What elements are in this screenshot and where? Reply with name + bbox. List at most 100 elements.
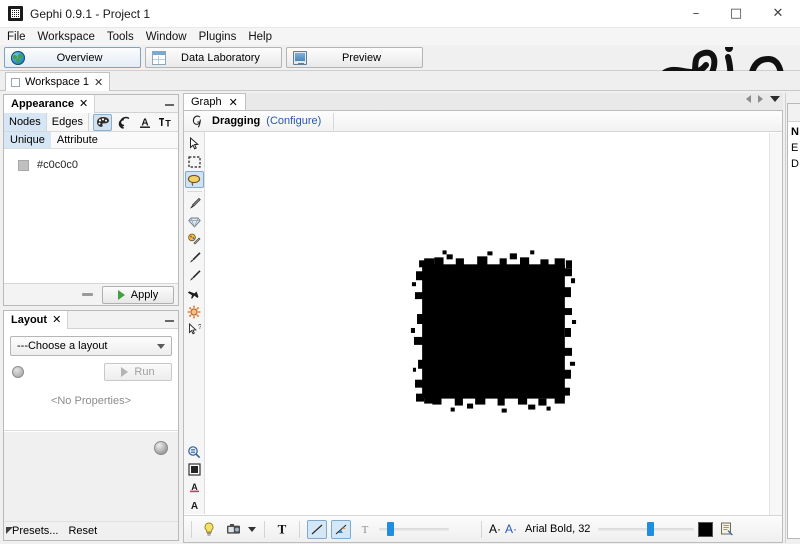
workspace-icon	[11, 78, 20, 87]
workspace-close-icon[interactable]: ✕	[94, 76, 103, 89]
menu-help[interactable]: Help	[242, 31, 278, 43]
bottom-separator-2	[264, 521, 265, 538]
node-labels-bold-t-icon[interactable]: T	[272, 520, 292, 539]
cursor-help-icon[interactable]: ?	[185, 321, 204, 338]
lightbulb-icon[interactable]	[199, 520, 219, 539]
screenshot-icon[interactable]	[223, 520, 243, 539]
zoom-to-fit-icon[interactable]	[185, 443, 204, 460]
layout-select[interactable]: ---Choose a layout	[10, 336, 172, 356]
menu-tools[interactable]: Tools	[101, 31, 140, 43]
edge-color-icon[interactable]	[331, 520, 351, 539]
layout-sphere-icon[interactable]	[154, 441, 168, 455]
table-icon	[152, 51, 166, 65]
graph-bottom-toolbar: T T A·	[184, 515, 782, 542]
configure-link[interactable]: (Configure)	[266, 115, 321, 127]
attribute-label: Attribute	[57, 134, 98, 146]
chevron-left-icon[interactable]	[746, 95, 751, 103]
lasso-selection-icon[interactable]	[185, 171, 204, 188]
menu-plugins[interactable]: Plugins	[193, 31, 243, 43]
rectangle-selection-icon[interactable]	[185, 153, 204, 170]
minimize-button[interactable]: –	[676, 0, 716, 28]
node-pencil-color-icon[interactable]	[185, 231, 204, 248]
appearance-edges-tab[interactable]: Edges	[47, 113, 89, 131]
workspace-tab-label: Workspace 1	[25, 76, 89, 88]
brush-icon[interactable]	[185, 267, 204, 284]
attribute-tab[interactable]: Attribute	[51, 132, 104, 148]
label-size-a-icon[interactable]: A	[185, 497, 204, 514]
gephi-g-icon	[189, 114, 206, 129]
edge-thickness-slider[interactable]	[379, 520, 449, 538]
context-directed-label: D	[788, 154, 800, 170]
layout-close-icon[interactable]: ✕	[52, 313, 61, 326]
appearance-minimize-icon[interactable]	[165, 101, 174, 107]
context-nodes-label: N	[788, 122, 800, 138]
label-attributes-icon[interactable]	[717, 520, 737, 539]
node-size-icon[interactable]	[114, 114, 133, 131]
sun-node-icon[interactable]	[185, 303, 204, 320]
bottom-separator-3	[299, 521, 300, 538]
data-laboratory-tab-button[interactable]: Data Laboratory	[145, 47, 282, 68]
edge-pencil-icon[interactable]	[185, 249, 204, 266]
graph-left-toolbar: ? A A	[184, 132, 205, 514]
graph-canvas[interactable]	[206, 133, 782, 514]
maximize-button[interactable]: □	[716, 0, 756, 28]
chevron-down-icon	[157, 344, 165, 349]
edge-labels-icon[interactable]: T	[355, 520, 375, 539]
appearance-close-icon[interactable]: ✕	[79, 97, 88, 110]
edges-label: Edges	[52, 116, 83, 128]
presets-link[interactable]: Presets...	[12, 525, 58, 537]
apply-button[interactable]: Apply	[102, 286, 174, 304]
graph-tab-close-icon[interactable]: ✕	[229, 96, 238, 109]
reset-link[interactable]: Reset	[68, 525, 97, 537]
label-color-a-icon[interactable]: A	[185, 479, 204, 496]
tab-list-chevron-down-icon[interactable]	[770, 96, 780, 102]
label-size-knob[interactable]	[647, 522, 654, 536]
airplane-heat-icon[interactable]	[185, 285, 204, 302]
layout-lower-area	[4, 432, 178, 521]
graph-tab[interactable]: Graph ✕	[183, 93, 246, 110]
edge-thickness-knob[interactable]	[387, 522, 394, 536]
toolbar-divider	[187, 191, 202, 192]
decrease-label-size-label: A·	[489, 522, 501, 536]
label-color-swatch[interactable]	[698, 522, 713, 537]
palette-icon[interactable]	[93, 114, 112, 131]
increase-label-size-label: A·	[505, 522, 517, 536]
overview-label: Overview	[25, 52, 134, 64]
label-size-slider[interactable]	[598, 520, 694, 538]
overview-tab-button[interactable]: Overview	[4, 47, 141, 68]
preview-tab-button[interactable]: Preview	[286, 47, 423, 68]
color-swatch[interactable]	[18, 160, 29, 171]
paintbrush-icon[interactable]	[185, 195, 204, 212]
resize-flag-icon	[6, 527, 13, 534]
chevron-right-icon[interactable]	[758, 95, 763, 103]
menu-workspace[interactable]: Workspace	[32, 31, 101, 43]
close-button[interactable]: ✕	[756, 0, 800, 28]
canvas-scroll-gutter[interactable]	[769, 133, 782, 515]
appearance-panel: Appearance ✕ Nodes Edges	[3, 94, 179, 306]
label-color-icon[interactable]: A	[135, 114, 154, 131]
layout-minimize-icon[interactable]	[165, 317, 174, 323]
graph-panel: Dragging (Configure)	[183, 110, 783, 543]
label-font-value[interactable]: Arial Bold, 32	[525, 523, 590, 535]
screenshot-dropdown-icon[interactable]	[247, 520, 257, 539]
appearance-nodes-tab[interactable]: Nodes	[4, 113, 47, 131]
decrease-label-size-button[interactable]: A·	[489, 522, 501, 536]
cursor-select-icon[interactable]	[185, 135, 204, 152]
layout-properties-area: <No Properties>	[4, 371, 178, 431]
increase-label-size-button[interactable]: A·	[505, 522, 517, 536]
layout-tab[interactable]: Layout ✕	[4, 311, 68, 329]
unique-color-row[interactable]: #c0c0c0	[4, 149, 178, 171]
unique-tab[interactable]: Unique	[4, 132, 51, 148]
menu-file[interactable]: File	[0, 31, 32, 43]
diamond-shortest-path-icon[interactable]	[185, 213, 204, 230]
edge-show-icon[interactable]	[307, 520, 327, 539]
appearance-partition-tabs: Unique Attribute	[4, 132, 178, 149]
appearance-tab[interactable]: Appearance ✕	[4, 95, 95, 113]
appearance-options-icon[interactable]	[78, 289, 96, 301]
menu-window[interactable]: Window	[140, 31, 193, 43]
reset-color-square-icon[interactable]	[185, 461, 204, 478]
workspace-tab[interactable]: Workspace 1 ✕	[5, 72, 110, 91]
context-panel-header	[788, 104, 800, 122]
layout-footer: Presets... Reset	[4, 521, 178, 540]
label-size-icon[interactable]: T	[156, 114, 175, 131]
